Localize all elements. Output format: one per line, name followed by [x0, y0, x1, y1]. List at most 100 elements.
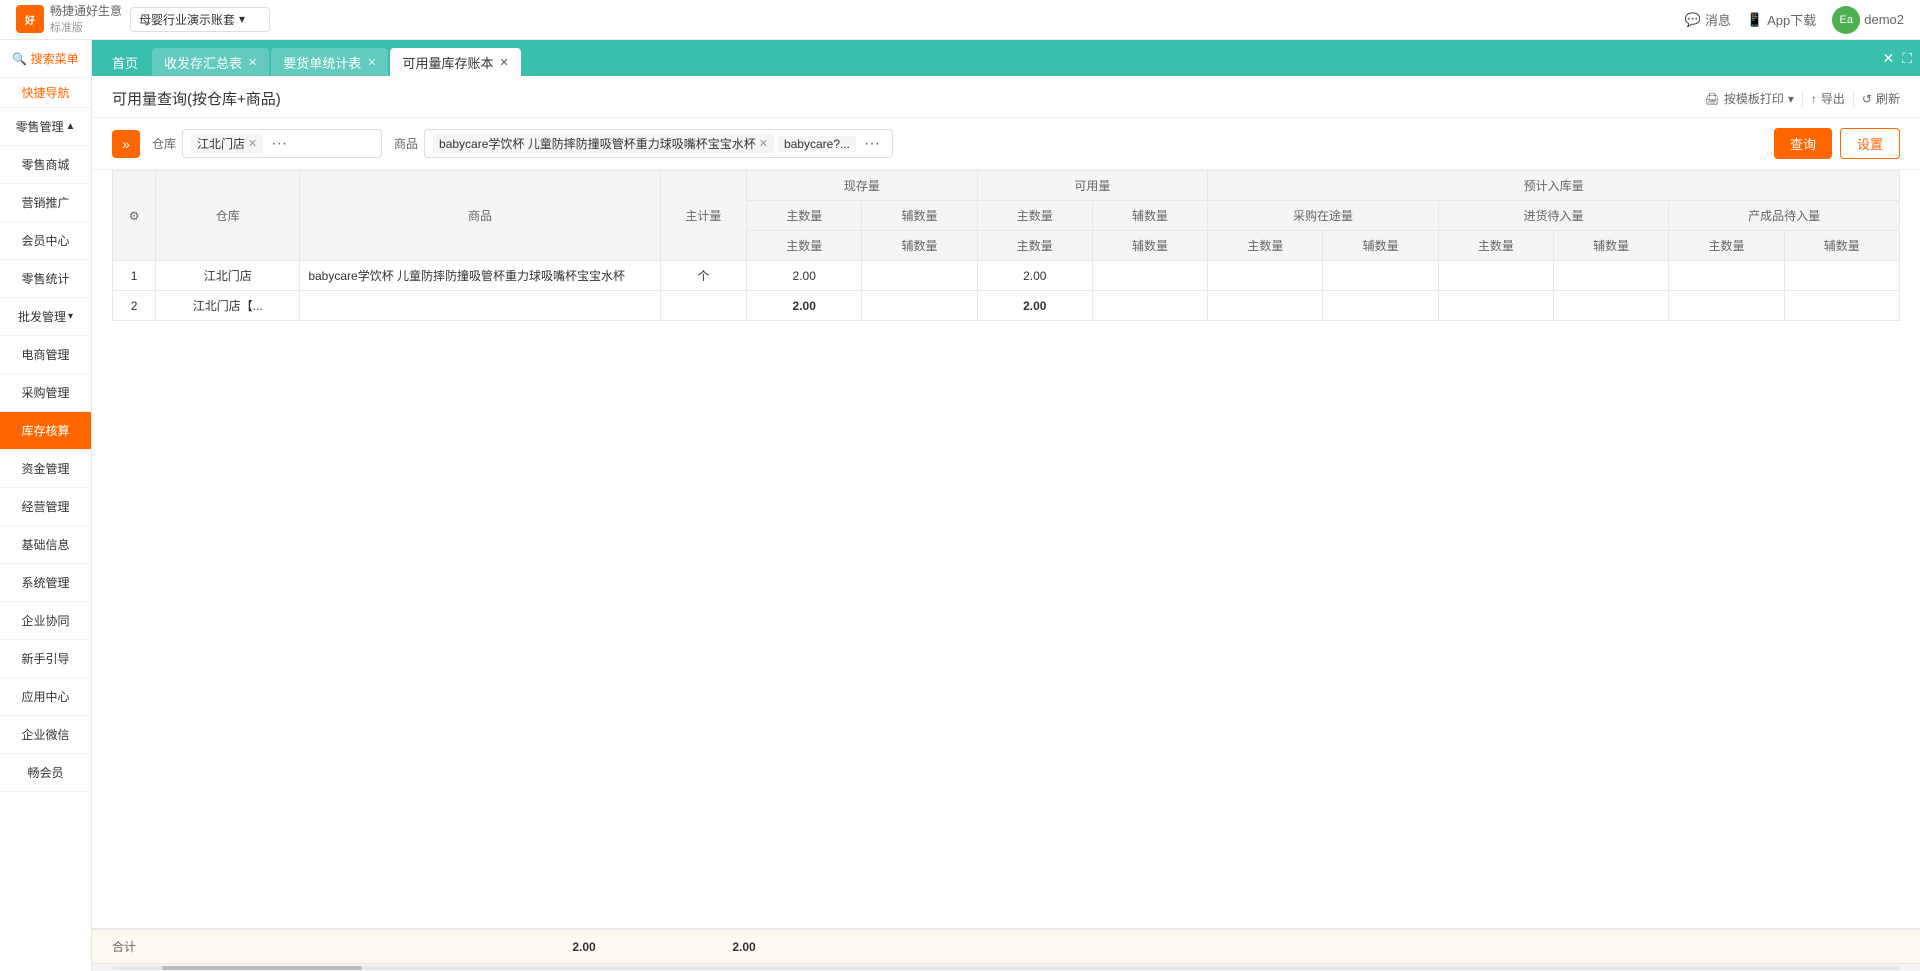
product-tag1-close[interactable]: ✕	[759, 137, 768, 150]
row2-unit	[660, 291, 746, 321]
refresh-btn[interactable]: ↺ 刷新	[1862, 90, 1900, 107]
th-main-unit: 主计量	[660, 171, 746, 261]
tab-available-inventory[interactable]: 可用量库存账本 ✕	[390, 48, 520, 76]
sidebar-item-marketing-label: 营销推广	[21, 194, 69, 211]
refresh-icon: ↺	[1862, 92, 1872, 106]
sidebar-item-basic-info[interactable]: 基础信息	[0, 526, 91, 564]
th-production-pending: 产成品待入量	[1669, 201, 1900, 231]
row1-product: babycare学饮杯 儿童防摔防撞吸管杯重力球吸嘴杯宝宝水杯	[300, 261, 660, 291]
sidebar-item-enterprise[interactable]: 企业协同	[0, 602, 91, 640]
sidebar-item-purchase-mgmt[interactable]: 采购管理	[0, 374, 91, 412]
th-checkbox: ⚙	[113, 171, 156, 261]
logo-text: 畅捷通好生意	[50, 4, 122, 18]
row2-no: 2	[113, 291, 156, 321]
sidebar-item-member-center[interactable]: 会员中心	[0, 222, 91, 260]
tab-receive-summary-close[interactable]: ✕	[248, 56, 257, 69]
tab-expand-icon[interactable]: ⛶	[1902, 50, 1912, 67]
sidebar-item-ecommerce[interactable]: 电商管理	[0, 336, 91, 374]
product-filter-more[interactable]: ···	[860, 135, 884, 153]
sidebar-item-enterprise-wechat[interactable]: 企业微信	[0, 716, 91, 754]
warehouse-filter-input[interactable]: 江北门店 ✕ ···	[182, 129, 382, 158]
tab-receive-summary-label: 收发存汇总表	[164, 53, 242, 72]
tab-home-label: 首页	[112, 53, 138, 72]
data-table: ⚙ 仓库 商品 主计量 现存量 可用量 预计入库量 主数量 辅数量	[112, 170, 1900, 321]
divider2	[1853, 91, 1854, 107]
table-scroll-bar	[92, 963, 1920, 971]
sidebar-nav[interactable]: 快捷导航	[0, 78, 91, 108]
tab-order-stats-close[interactable]: ✕	[367, 56, 376, 69]
th-stock-aux: 辅数量	[862, 201, 977, 231]
sidebar-item-vip-member[interactable]: 畅会员	[0, 754, 91, 792]
top-bar-left: 好 畅捷通好生意 标准版 母婴行业演示账套 ▾	[16, 4, 270, 34]
message-btn[interactable]: 💬 消息	[1685, 10, 1731, 29]
username: demo2	[1864, 12, 1904, 27]
sidebar-item-app-center-label: 应用中心	[21, 688, 69, 705]
product-tag1-value: babycare学饮杯 儿童防摔防撞吸管杯重力球吸嘴杯宝宝水杯	[439, 135, 756, 152]
sidebar-item-new-guide[interactable]: 新手引导	[0, 640, 91, 678]
message-label: 消息	[1705, 10, 1731, 29]
filter-product-group: 商品 babycare学饮杯 儿童防摔防撞吸管杯重力球吸嘴杯宝宝水杯 ✕ bab…	[394, 129, 893, 158]
export-btn[interactable]: ↑ 导出	[1811, 90, 1845, 107]
sidebar-search[interactable]: 🔍 搜索菜单	[0, 40, 91, 78]
footer-avail-total: 2.00	[704, 940, 784, 954]
scroll-thumb[interactable]	[162, 966, 362, 970]
top-bar-right: 💬 消息 📱 App下载 Ea demo2	[1685, 6, 1904, 34]
sidebar-item-finance-mgmt[interactable]: 资金管理	[0, 450, 91, 488]
print-arrow-icon: ▾	[1788, 92, 1794, 106]
sidebar-item-system-mgmt[interactable]: 系统管理	[0, 564, 91, 602]
row1-avail-main: 2.00	[977, 261, 1092, 291]
th-purchase-transit: 采购在途量	[1208, 201, 1439, 231]
column-settings-icon[interactable]: ⚙	[129, 209, 140, 223]
setting-btn[interactable]: 设置	[1840, 128, 1900, 159]
row2-product	[300, 291, 660, 321]
warehouse-filter-more[interactable]: ···	[267, 135, 291, 153]
sidebar-item-retail-mgmt-label: 零售管理	[16, 118, 64, 135]
row1-stock-main: 2.00	[747, 261, 862, 291]
sidebar-item-marketing[interactable]: 营销推广	[0, 184, 91, 222]
th-avail-main2: 主数量	[977, 231, 1092, 261]
sidebar-item-retail-stats[interactable]: 零售统计	[0, 260, 91, 298]
sidebar-item-retail-mall[interactable]: 零售商城	[0, 146, 91, 184]
sidebar-item-basic-info-label: 基础信息	[21, 536, 69, 553]
tab-receive-summary[interactable]: 收发存汇总表 ✕	[152, 48, 269, 76]
th-incoming-aux: 辅数量	[1554, 231, 1669, 261]
th-purchase-main: 主数量	[1208, 231, 1323, 261]
tab-order-stats[interactable]: 要货单统计表 ✕	[271, 48, 388, 76]
row1-no: 1	[113, 261, 156, 291]
page-header: 可用量查询(按仓库+商品) 🖨 按模板打印 ▾ ↑ 导出 ↺	[92, 76, 1920, 118]
sidebar-item-retail-mgmt[interactable]: 零售管理 ▲	[0, 108, 91, 146]
download-label: App下载	[1767, 10, 1816, 29]
filter-toggle-btn[interactable]: »	[112, 130, 140, 158]
industry-select[interactable]: 母婴行业演示账套 ▾	[130, 7, 270, 32]
tab-home[interactable]: 首页	[100, 48, 150, 76]
export-label: 导出	[1821, 90, 1845, 107]
th-warehouse: 仓库	[156, 171, 300, 261]
chevron-up-icon: ▲	[66, 121, 76, 132]
th-planned-in: 预计入库量	[1208, 171, 1900, 201]
sidebar-item-retail-stats-label: 零售统计	[21, 270, 69, 287]
table-row: 2 江北门店【... 2.00 2.00	[113, 291, 1900, 321]
row2-avail-main: 2.00	[977, 291, 1092, 321]
tab-bar: 首页 收发存汇总表 ✕ 要货单统计表 ✕ 可用量库存账本 ✕ ✕ ⛶	[92, 40, 1920, 76]
main-layout: 🔍 搜索菜单 快捷导航 零售管理 ▲ 零售商城 营销推广 会员中心 零售统计 批…	[0, 40, 1920, 971]
sidebar-item-wholesale-mgmt[interactable]: 批发管理 ▾	[0, 298, 91, 336]
print-icon: 🖨	[1705, 92, 1720, 106]
download-btn[interactable]: 📱 App下载	[1747, 10, 1816, 29]
sidebar-item-app-center[interactable]: 应用中心	[0, 678, 91, 716]
sidebar-item-ops-mgmt[interactable]: 经营管理	[0, 488, 91, 526]
tab-close-all-icon[interactable]: ✕	[1882, 50, 1894, 67]
product-filter-input[interactable]: babycare学饮杯 儿童防摔防撞吸管杯重力球吸嘴杯宝宝水杯 ✕ babyca…	[424, 129, 893, 158]
refresh-label: 刷新	[1876, 90, 1900, 107]
row1-production-main	[1669, 261, 1784, 291]
print-btn[interactable]: 🖨 按模板打印 ▾	[1705, 90, 1794, 107]
message-icon: 💬	[1685, 12, 1701, 28]
warehouse-tag-close[interactable]: ✕	[248, 137, 257, 150]
row1-warehouse: 江北门店	[156, 261, 300, 291]
sidebar-item-inventory-check-label: 库存核算	[21, 422, 69, 439]
query-btn[interactable]: 查询	[1774, 128, 1832, 159]
sidebar-item-ops-mgmt-label: 经营管理	[21, 498, 69, 515]
user-area[interactable]: Ea demo2	[1832, 6, 1904, 34]
tab-available-inventory-close[interactable]: ✕	[500, 56, 509, 69]
avatar-initials: Ea	[1840, 14, 1853, 26]
sidebar-item-inventory-check[interactable]: 库存核算	[0, 412, 91, 450]
